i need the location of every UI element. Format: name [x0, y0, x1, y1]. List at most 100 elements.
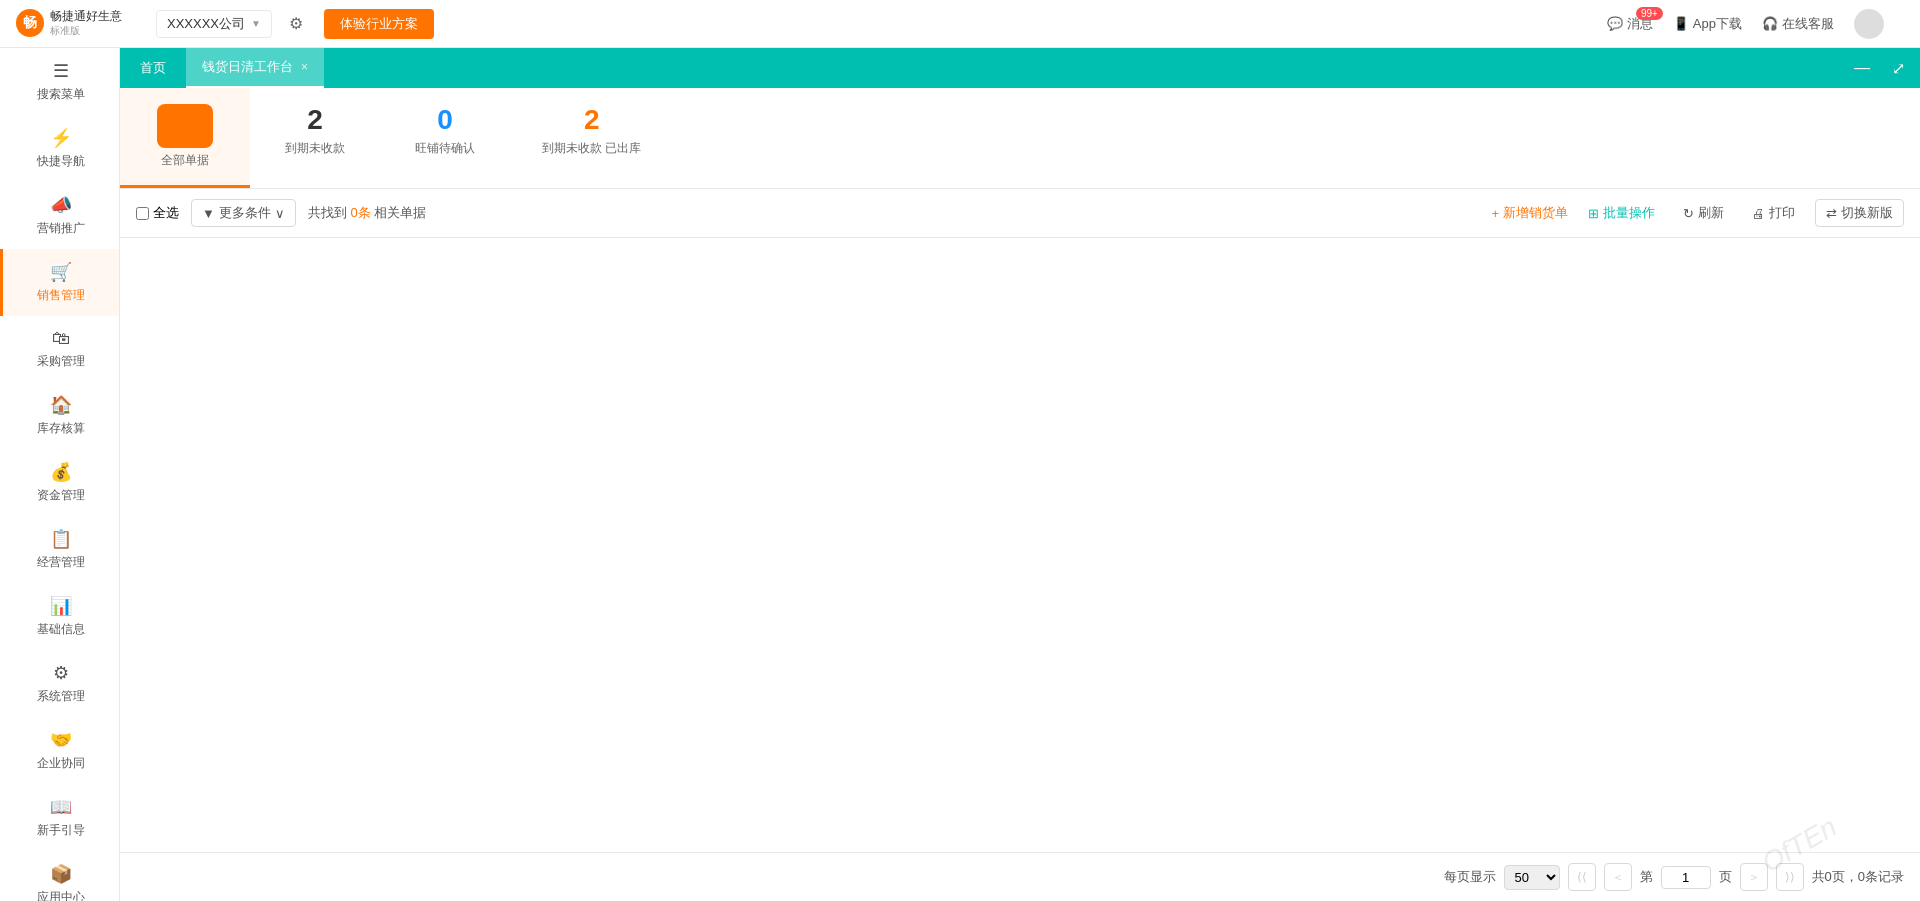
- stats-bar: 2 全部单据 2 到期未收款 0 旺铺待确认 2 到期未收款 已出库: [120, 88, 1920, 189]
- page-size-select[interactable]: 50 100 200: [1504, 865, 1560, 890]
- refresh-btn[interactable]: ↻ 刷新: [1675, 200, 1732, 226]
- stat-card-shipped[interactable]: 2 到期未收款 已出库: [510, 88, 673, 188]
- sidebar-item-label-cooperation: 企业协同: [37, 755, 85, 772]
- stat-card-all[interactable]: 2 全部单据: [120, 88, 250, 188]
- app-download-icon: 📱: [1673, 16, 1689, 31]
- page-prev-btn[interactable]: ＜: [1604, 863, 1632, 891]
- sidebar-item-search[interactable]: ☰ 搜索菜单: [0, 48, 119, 115]
- page-first-btn[interactable]: ⟨⟨: [1568, 863, 1596, 891]
- stat-num-shipped: 2: [542, 104, 641, 136]
- toolbar-right: + 新增销货单 ⊞ 批量操作 ↻ 刷新 🖨 打印: [1491, 199, 1904, 227]
- operation-icon: 📋: [50, 528, 72, 550]
- print-label: 打印: [1769, 204, 1795, 222]
- page-last-btn[interactable]: ⟩⟩: [1776, 863, 1804, 891]
- online-service-item[interactable]: 🎧 在线客服: [1762, 15, 1834, 33]
- content-area: 首页 钱货日清工作台 × — ⤢ 2 全部单据 2: [120, 48, 1920, 901]
- tab-bar: 首页 钱货日清工作台 × — ⤢: [120, 48, 1920, 88]
- stat-card-overdue[interactable]: 2 到期未收款: [250, 88, 380, 188]
- switch-icon: ⇄: [1826, 206, 1837, 221]
- page-num-input[interactable]: [1661, 866, 1711, 889]
- system-icon: ⚙: [53, 662, 69, 684]
- sidebar-item-cooperation[interactable]: 🤝 企业协同: [0, 717, 119, 784]
- sidebar-item-label-apps: 应用中心: [37, 889, 85, 901]
- add-sales-label: 新增销货单: [1503, 204, 1568, 222]
- avatar[interactable]: [1854, 9, 1884, 39]
- company-dropdown-arrow: ▼: [251, 18, 261, 29]
- sidebar-item-system[interactable]: ⚙ 系统管理: [0, 650, 119, 717]
- found-info: 共找到 0条 相关单据: [308, 204, 426, 222]
- sidebar-item-inventory[interactable]: 🏠 库存核算: [0, 382, 119, 449]
- filter-btn[interactable]: ▼ 更多条件 ∨: [191, 199, 296, 227]
- print-btn[interactable]: 🖨 打印: [1744, 200, 1803, 226]
- message-item[interactable]: 💬 消息 99+: [1607, 15, 1653, 33]
- stat-card-wangpu[interactable]: 0 旺铺待确认: [380, 88, 510, 188]
- page-content: 2 全部单据 2 到期未收款 0 旺铺待确认 2 到期未收款 已出库: [120, 88, 1920, 901]
- tab-expand-btn[interactable]: ⤢: [1884, 54, 1912, 82]
- logo-icon: 畅: [16, 9, 44, 37]
- app-download-label: App下载: [1693, 15, 1742, 33]
- message-icon: 💬: [1607, 16, 1623, 31]
- refresh-label: 刷新: [1698, 204, 1724, 222]
- filter-label: 更多条件: [219, 204, 271, 222]
- sidebar-item-guide[interactable]: 📖 新手引导: [0, 784, 119, 851]
- guide-icon: 📖: [50, 796, 72, 818]
- tab-minimize-btn[interactable]: —: [1848, 54, 1876, 82]
- sidebar-item-marketing[interactable]: 📣 营销推广: [0, 182, 119, 249]
- sidebar-item-operation[interactable]: 📋 经营管理: [0, 516, 119, 583]
- search-menu-icon: ☰: [53, 60, 69, 82]
- main-layout: ☰ 搜索菜单 ⚡ 快捷导航 📣 营销推广 🛒 销售管理 🛍 采购管理 🏠 库存核…: [0, 48, 1920, 901]
- table-area: [120, 238, 1920, 852]
- sidebar-item-apps[interactable]: 📦 应用中心: [0, 851, 119, 901]
- tab-close-btn[interactable]: ×: [301, 60, 308, 74]
- sidebar-item-label-marketing: 营销推广: [37, 220, 85, 237]
- sidebar-item-finance[interactable]: 💰 资金管理: [0, 449, 119, 516]
- sidebar-item-label-search: 搜索菜单: [37, 86, 85, 103]
- select-all-input[interactable]: [136, 207, 149, 220]
- sidebar-item-label-purchase: 采购管理: [37, 353, 85, 370]
- sidebar-item-basic[interactable]: 📊 基础信息: [0, 583, 119, 650]
- filter-icon: ▼: [202, 206, 215, 221]
- stat-label-all: 全部单据: [152, 152, 218, 169]
- experience-btn[interactable]: 体验行业方案: [324, 9, 434, 39]
- sidebar-item-label-basic: 基础信息: [37, 621, 85, 638]
- found-prefix: 共找到: [308, 205, 347, 220]
- sidebar-item-sales[interactable]: 🛒 销售管理: [0, 249, 119, 316]
- add-sales-icon: +: [1491, 206, 1499, 221]
- page-size-label: 每页显示: [1444, 868, 1496, 886]
- select-all-checkbox[interactable]: 全选: [136, 204, 179, 222]
- filter-arrow: ∨: [275, 206, 285, 221]
- tab-home[interactable]: 首页: [120, 48, 186, 88]
- stat-label-overdue: 到期未收款: [282, 140, 348, 157]
- stat-label-wangpu: 旺铺待确认: [412, 140, 478, 157]
- stat-label-shipped: 到期未收款 已出库: [542, 140, 641, 157]
- switch-new-version-btn[interactable]: ⇄ 切换新版: [1815, 199, 1904, 227]
- switch-label: 切换新版: [1841, 204, 1893, 222]
- page-suffix: 页: [1719, 868, 1732, 886]
- online-service-label: 在线客服: [1782, 15, 1834, 33]
- batch-icon: ⊞: [1588, 206, 1599, 221]
- header-right: 💬 消息 99+ 📱 App下载 🎧 在线客服: [1607, 9, 1904, 39]
- pagination-bar: 每页显示 50 100 200 ⟨⟨ ＜ 第 页 ＞ ⟩⟩ 共0页，0条记录: [120, 852, 1920, 901]
- tab-qianhuoriqing[interactable]: 钱货日清工作台 ×: [186, 48, 324, 88]
- select-all-label: 全选: [153, 204, 179, 222]
- company-selector[interactable]: XXXXXX公司 ▼: [156, 10, 272, 38]
- sidebar-item-purchase[interactable]: 🛍 采购管理: [0, 316, 119, 382]
- finance-icon: 💰: [50, 461, 72, 483]
- sidebar-item-label-system: 系统管理: [37, 688, 85, 705]
- page-num-label: 第: [1640, 868, 1653, 886]
- found-count: 0条: [351, 205, 371, 220]
- sidebar: ☰ 搜索菜单 ⚡ 快捷导航 📣 营销推广 🛒 销售管理 🛍 采购管理 🏠 库存核…: [0, 48, 120, 901]
- settings-button[interactable]: ⚙: [280, 8, 312, 40]
- page-next-btn[interactable]: ＞: [1740, 863, 1768, 891]
- sidebar-item-label-finance: 资金管理: [37, 487, 85, 504]
- online-service-icon: 🎧: [1762, 16, 1778, 31]
- logo-text: 畅捷通好生意: [50, 9, 122, 23]
- add-sales-btn[interactable]: + 新增销货单: [1491, 204, 1568, 222]
- sidebar-item-label-quick: 快捷导航: [37, 153, 85, 170]
- batch-label: 批量操作: [1603, 204, 1655, 222]
- stat-num-wangpu: 0: [412, 104, 478, 136]
- apps-icon: 📦: [50, 863, 72, 885]
- batch-btn[interactable]: ⊞ 批量操作: [1580, 200, 1663, 226]
- sidebar-item-quick[interactable]: ⚡ 快捷导航: [0, 115, 119, 182]
- app-download-item[interactable]: 📱 App下载: [1673, 15, 1742, 33]
